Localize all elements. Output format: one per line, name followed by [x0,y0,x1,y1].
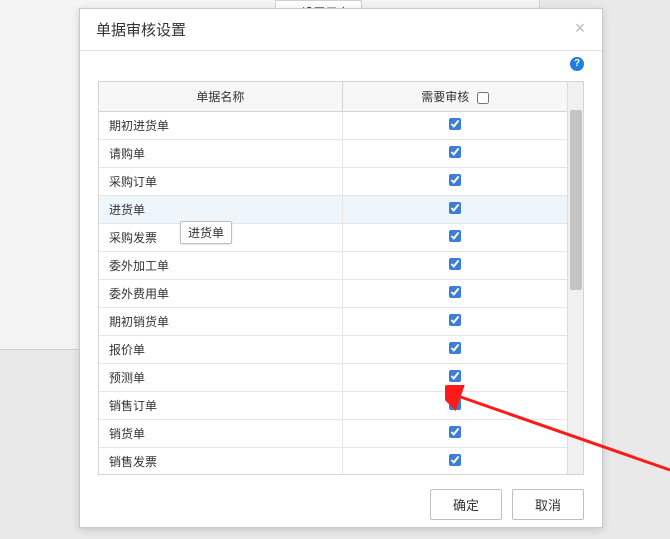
row-checkbox[interactable] [449,202,461,214]
cell-check [342,448,567,475]
row-checkbox[interactable] [449,230,461,242]
row-checkbox[interactable] [449,370,461,382]
cell-check [342,224,567,252]
cell-check [342,168,567,196]
table-row[interactable]: 采购订单 [99,168,567,196]
row-checkbox[interactable] [449,118,461,130]
cell-name: 销售发票 [99,448,342,475]
header-audit: 需要审核 [342,82,567,112]
cell-name: 销货单 [99,420,342,448]
table-row[interactable]: 销售发票 [99,448,567,475]
ok-button[interactable]: 确定 [430,489,502,520]
cell-name: 请购单 [99,140,342,168]
table-container: 单据名称 需要审核 期初进货单请购单采购订单进货单采购发票委外加工单委外费用单期… [98,81,584,475]
scrollbar-thumb[interactable] [570,110,582,290]
cell-name: 报价单 [99,336,342,364]
audit-settings-modal: 单据审核设置 × ? 单据名称 需要审核 [79,8,603,528]
row-checkbox[interactable] [449,286,461,298]
cell-check [342,252,567,280]
cell-name: 期初销货单 [99,308,342,336]
cell-check [342,112,567,140]
table-row[interactable]: 期初销货单 [99,308,567,336]
row-checkbox[interactable] [449,174,461,186]
table-row[interactable]: 委外费用单 [99,280,567,308]
table-row[interactable]: 期初进货单 [99,112,567,140]
cell-check [342,364,567,392]
cell-check [342,140,567,168]
table-row[interactable]: 采购发票 [99,224,567,252]
cell-check [342,196,567,224]
table-row[interactable]: 销售订单 [99,392,567,420]
cell-check [342,420,567,448]
table-header-row: 单据名称 需要审核 [99,82,567,112]
cell-check [342,336,567,364]
row-checkbox[interactable] [449,454,461,466]
row-checkbox[interactable] [449,314,461,326]
row-checkbox[interactable] [449,258,461,270]
row-checkbox[interactable] [449,398,461,410]
table-row[interactable]: 报价单 [99,336,567,364]
table-row[interactable]: 请购单 [99,140,567,168]
cell-name: 期初进货单 [99,112,342,140]
header-checkbox[interactable] [477,92,489,104]
row-tooltip: 进货单 [180,221,232,244]
modal-footer: 确定 取消 [80,481,602,527]
row-checkbox[interactable] [449,342,461,354]
table-scroll: 单据名称 需要审核 期初进货单请购单采购订单进货单采购发票委外加工单委外费用单期… [99,82,567,474]
cell-name: 委外费用单 [99,280,342,308]
cell-check [342,308,567,336]
modal-title: 单据审核设置 [96,19,186,40]
cell-name: 采购订单 [99,168,342,196]
scrollbar[interactable] [567,82,583,474]
table-row[interactable]: 进货单 [99,196,567,224]
cancel-button[interactable]: 取消 [512,489,584,520]
modal-header: 单据审核设置 × [80,9,602,51]
row-checkbox[interactable] [449,146,461,158]
modal-body: ? 单据名称 需要审核 [80,51,602,481]
cell-name: 预测单 [99,364,342,392]
header-name: 单据名称 [99,82,342,112]
row-checkbox[interactable] [449,426,461,438]
cell-name: 销售订单 [99,392,342,420]
table-row[interactable]: 预测单 [99,364,567,392]
help-icon[interactable]: ? [570,57,584,71]
table-row[interactable]: 销货单 [99,420,567,448]
cell-name: 进货单 [99,196,342,224]
cell-check [342,392,567,420]
close-icon[interactable]: × [570,19,590,39]
cell-name: 委外加工单 [99,252,342,280]
audit-table: 单据名称 需要审核 期初进货单请购单采购订单进货单采购发票委外加工单委外费用单期… [99,82,567,474]
table-row[interactable]: 委外加工单 [99,252,567,280]
cell-check [342,280,567,308]
